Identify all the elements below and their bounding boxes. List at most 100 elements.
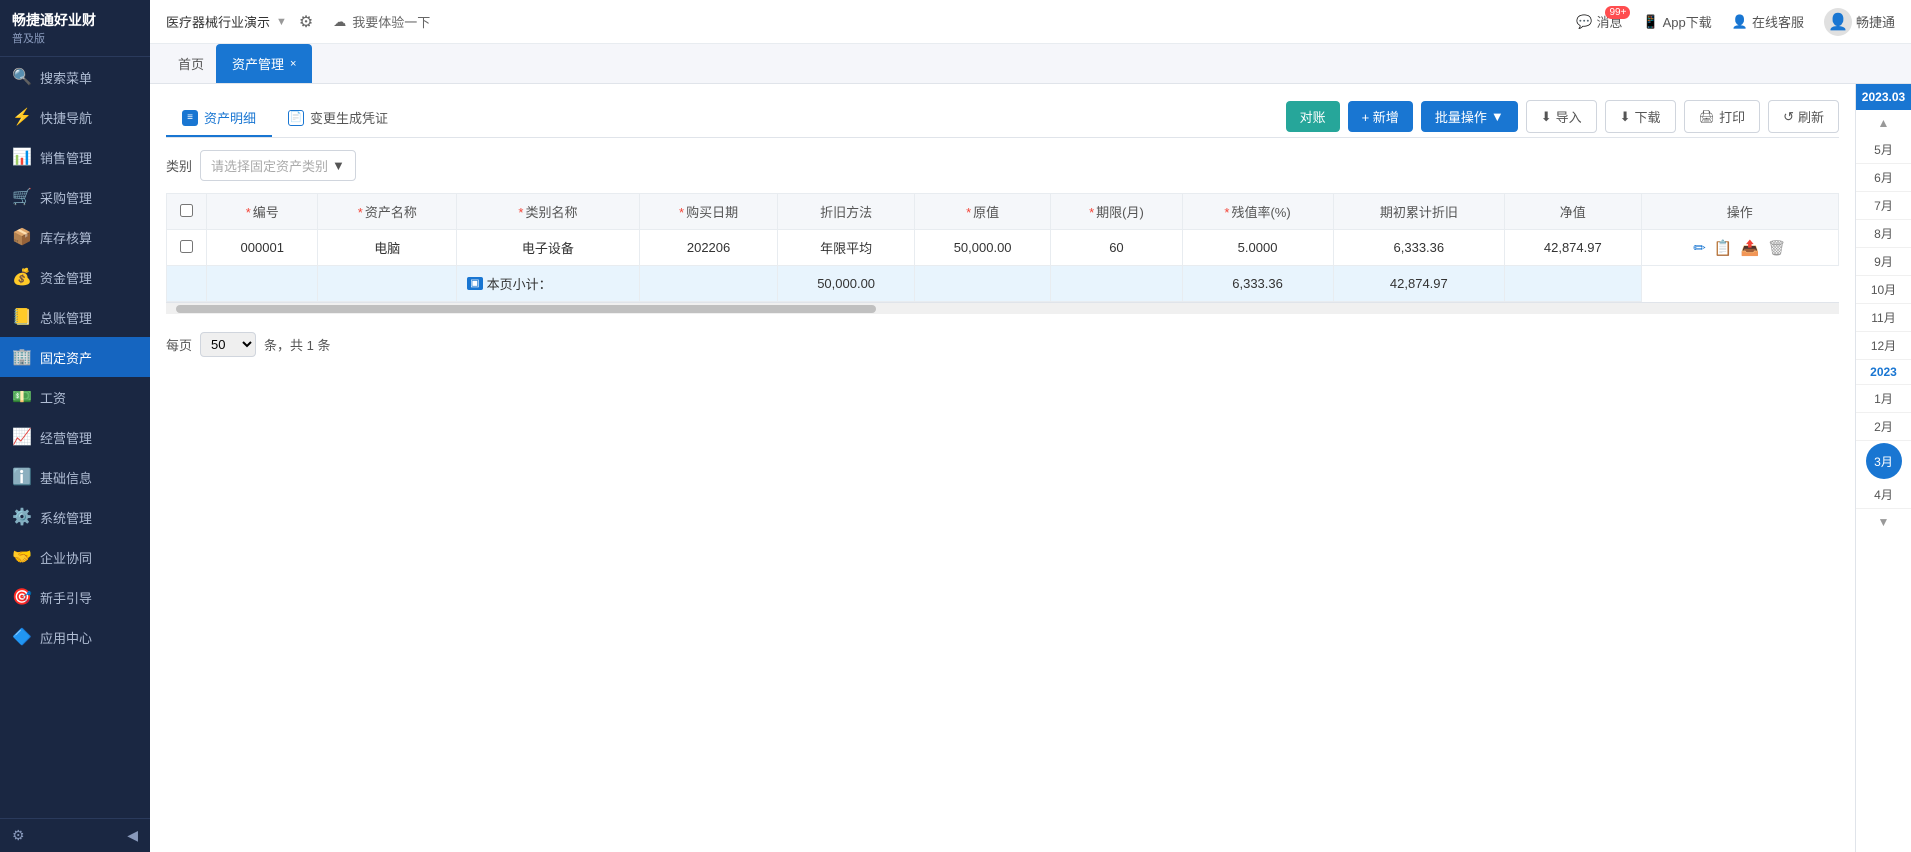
sidebar-item-inventory[interactable]: 📦 库存核算 — [0, 217, 150, 257]
collapse-icon[interactable]: ◀ — [127, 827, 138, 844]
app-download-button[interactable]: 📱 App下载 — [1642, 12, 1711, 31]
tab-home[interactable]: 首页 — [166, 44, 216, 83]
topbar-right: 💬 消息 99+ 📱 App下载 👤 在线客服 👤 畅捷通 — [1576, 8, 1895, 36]
sidebar-item-label: 资金管理 — [40, 268, 92, 287]
sidebar-item-label: 应用中心 — [40, 628, 92, 647]
sidebar-item-label: 销售管理 — [40, 148, 92, 167]
expand-sidebar-icon[interactable]: ⤢ — [1855, 84, 1856, 107]
inventory-icon: 📦 — [12, 227, 32, 247]
calendar-month-1[interactable]: 1月 — [1856, 385, 1911, 413]
batch-button[interactable]: 批量操作 ▼ — [1421, 101, 1518, 132]
sidebar-item-app-center[interactable]: 🔷 应用中心 — [0, 617, 150, 657]
salary-icon: 💵 — [12, 387, 32, 407]
sub-tab-asset-detail[interactable]: ≡ 资产明细 — [166, 100, 272, 137]
user-profile[interactable]: 👤 畅捷通 — [1824, 8, 1895, 36]
sidebar-item-guide[interactable]: 🎯 新手引导 — [0, 577, 150, 617]
app-version: 普及版 — [12, 30, 138, 46]
message-button[interactable]: 💬 消息 99+ — [1576, 12, 1622, 31]
sidebar-item-search[interactable]: 🔍 搜索菜单 — [0, 57, 150, 97]
main-content: ≡ 资产明细 📄 变更生成凭证 对账 + 新增 批量操作 — [150, 84, 1855, 852]
cell-category: 电子设备 — [457, 230, 640, 266]
calendar-year-2023: 2023 — [1856, 360, 1911, 385]
search-icon: 🔍 — [12, 67, 32, 87]
calendar-month-9[interactable]: 9月 — [1856, 248, 1911, 276]
row-checkbox[interactable] — [180, 240, 193, 253]
col-category: *类别名称 — [457, 194, 640, 230]
sidebar-item-collaboration[interactable]: 🤝 企业协同 — [0, 537, 150, 577]
sidebar-item-purchase[interactable]: 🛒 采购管理 — [0, 177, 150, 217]
subtotal-original-value: 50,000.00 — [778, 266, 915, 302]
sub-tab-generate-voucher[interactable]: 📄 变更生成凭证 — [272, 100, 404, 137]
sidebar-item-quick-nav[interactable]: ⚡ 快捷导航 — [0, 97, 150, 137]
subtotal-label: 本页小计： — [487, 274, 552, 293]
sidebar-item-label: 固定资产 — [40, 348, 92, 367]
download-button[interactable]: ⬇ 下载 — [1605, 100, 1676, 133]
sidebar-item-finance[interactable]: 💰 资金管理 — [0, 257, 150, 297]
home-label: 首页 — [178, 54, 204, 73]
copy-icon[interactable]: 📋 — [1714, 239, 1733, 257]
calendar-up-arrow[interactable]: ▲ — [1876, 114, 1892, 132]
calendar-month-8[interactable]: 8月 — [1856, 220, 1911, 248]
reconcile-button[interactable]: 对账 — [1286, 101, 1340, 132]
delete-icon[interactable]: 🗑 — [1767, 239, 1786, 257]
tab-assets-management[interactable]: 资产管理 × — [216, 44, 312, 83]
sidebar-item-label: 企业协同 — [40, 548, 92, 567]
close-tab-icon[interactable]: × — [290, 58, 296, 70]
sidebar-item-system[interactable]: ⚙️ 系统管理 — [0, 497, 150, 537]
company-name: 医疗器械行业演示 — [166, 12, 270, 31]
calendar-month-10[interactable]: 10月 — [1856, 276, 1911, 304]
horizontal-scrollbar[interactable] — [166, 302, 1839, 314]
import-button[interactable]: ⬇ 导入 — [1526, 100, 1597, 133]
settings-footer-icon[interactable]: ⚙ — [12, 827, 25, 844]
calendar-month-4[interactable]: 4月 — [1856, 481, 1911, 509]
sidebar-item-salary[interactable]: 💵 工资 — [0, 377, 150, 417]
sidebar-item-label: 快捷导航 — [40, 108, 92, 127]
sidebar-item-operations[interactable]: 📈 经营管理 — [0, 417, 150, 457]
experience-label: 我要体验一下 — [352, 12, 430, 31]
calendar-month-6[interactable]: 6月 — [1856, 164, 1911, 192]
sidebar-item-sales[interactable]: 📊 销售管理 — [0, 137, 150, 177]
scrollbar-thumb[interactable] — [176, 305, 876, 313]
export-icon[interactable]: 📤 — [1741, 239, 1760, 257]
col-net-value: 净值 — [1505, 194, 1642, 230]
edit-icon[interactable]: ✏ — [1693, 239, 1706, 257]
calendar-month-12[interactable]: 12月 — [1856, 332, 1911, 360]
calendar-month-3-active[interactable]: 3月 — [1866, 443, 1902, 479]
sub-tabs: ≡ 资产明细 📄 变更生成凭证 对账 + 新增 批量操作 — [166, 100, 1839, 138]
sidebar-logo: 畅捷通好业财 普及版 — [0, 0, 150, 57]
experience-button[interactable]: ☁ 我要体验一下 — [333, 12, 430, 31]
asset-detail-icon: ≡ — [182, 110, 198, 126]
sidebar-item-fixed-assets[interactable]: 🏢 固定资产 — [0, 337, 150, 377]
col-code: *编号 — [207, 194, 318, 230]
sales-icon: 📊 — [12, 147, 32, 167]
calendar-month-2[interactable]: 2月 — [1856, 413, 1911, 441]
cell-original-value: 50,000.00 — [914, 230, 1051, 266]
sidebar-item-basic-info[interactable]: ℹ️ 基础信息 — [0, 457, 150, 497]
download-icon: 📱 — [1642, 14, 1658, 30]
print-button[interactable]: 🖨 打印 — [1684, 100, 1761, 133]
calendar-month-11[interactable]: 11月 — [1856, 304, 1911, 332]
sidebar-item-label: 新手引导 — [40, 588, 92, 607]
cell-residual-rate: 5.0000 — [1182, 230, 1333, 266]
user-name: 畅捷通 — [1856, 12, 1895, 31]
sidebar-item-label: 采购管理 — [40, 188, 92, 207]
per-page-select[interactable]: 50 10 20 100 — [200, 332, 256, 357]
calendar-month-7[interactable]: 7月 — [1856, 192, 1911, 220]
category-select[interactable]: 请选择固定资产类别 ▼ — [200, 150, 356, 181]
subtotal-accumulated: 6,333.36 — [1182, 266, 1333, 302]
online-service-button[interactable]: 👤 在线客服 — [1732, 12, 1804, 31]
cell-net-value: 42,874.97 — [1505, 230, 1642, 266]
sidebar-item-label: 工资 — [40, 388, 66, 407]
sidebar-item-ledger[interactable]: 📒 总账管理 — [0, 297, 150, 337]
col-name: *资产名称 — [318, 194, 457, 230]
calendar-month-5[interactable]: 5月 — [1856, 136, 1911, 164]
table-row: 000001 电脑 电子设备 202206 年限平均 50,000.00 60 … — [167, 230, 1839, 266]
cell-name: 电脑 — [318, 230, 457, 266]
select-all-checkbox[interactable] — [180, 204, 193, 217]
operations-icon: 📈 — [12, 427, 32, 447]
refresh-button[interactable]: ↺ 刷新 — [1768, 100, 1839, 133]
settings-icon[interactable]: ⚙ — [299, 12, 313, 32]
calendar-down-arrow[interactable]: ▼ — [1876, 513, 1892, 531]
company-selector[interactable]: 医疗器械行业演示 ▼ — [166, 12, 287, 31]
add-button[interactable]: + 新增 — [1348, 101, 1413, 132]
